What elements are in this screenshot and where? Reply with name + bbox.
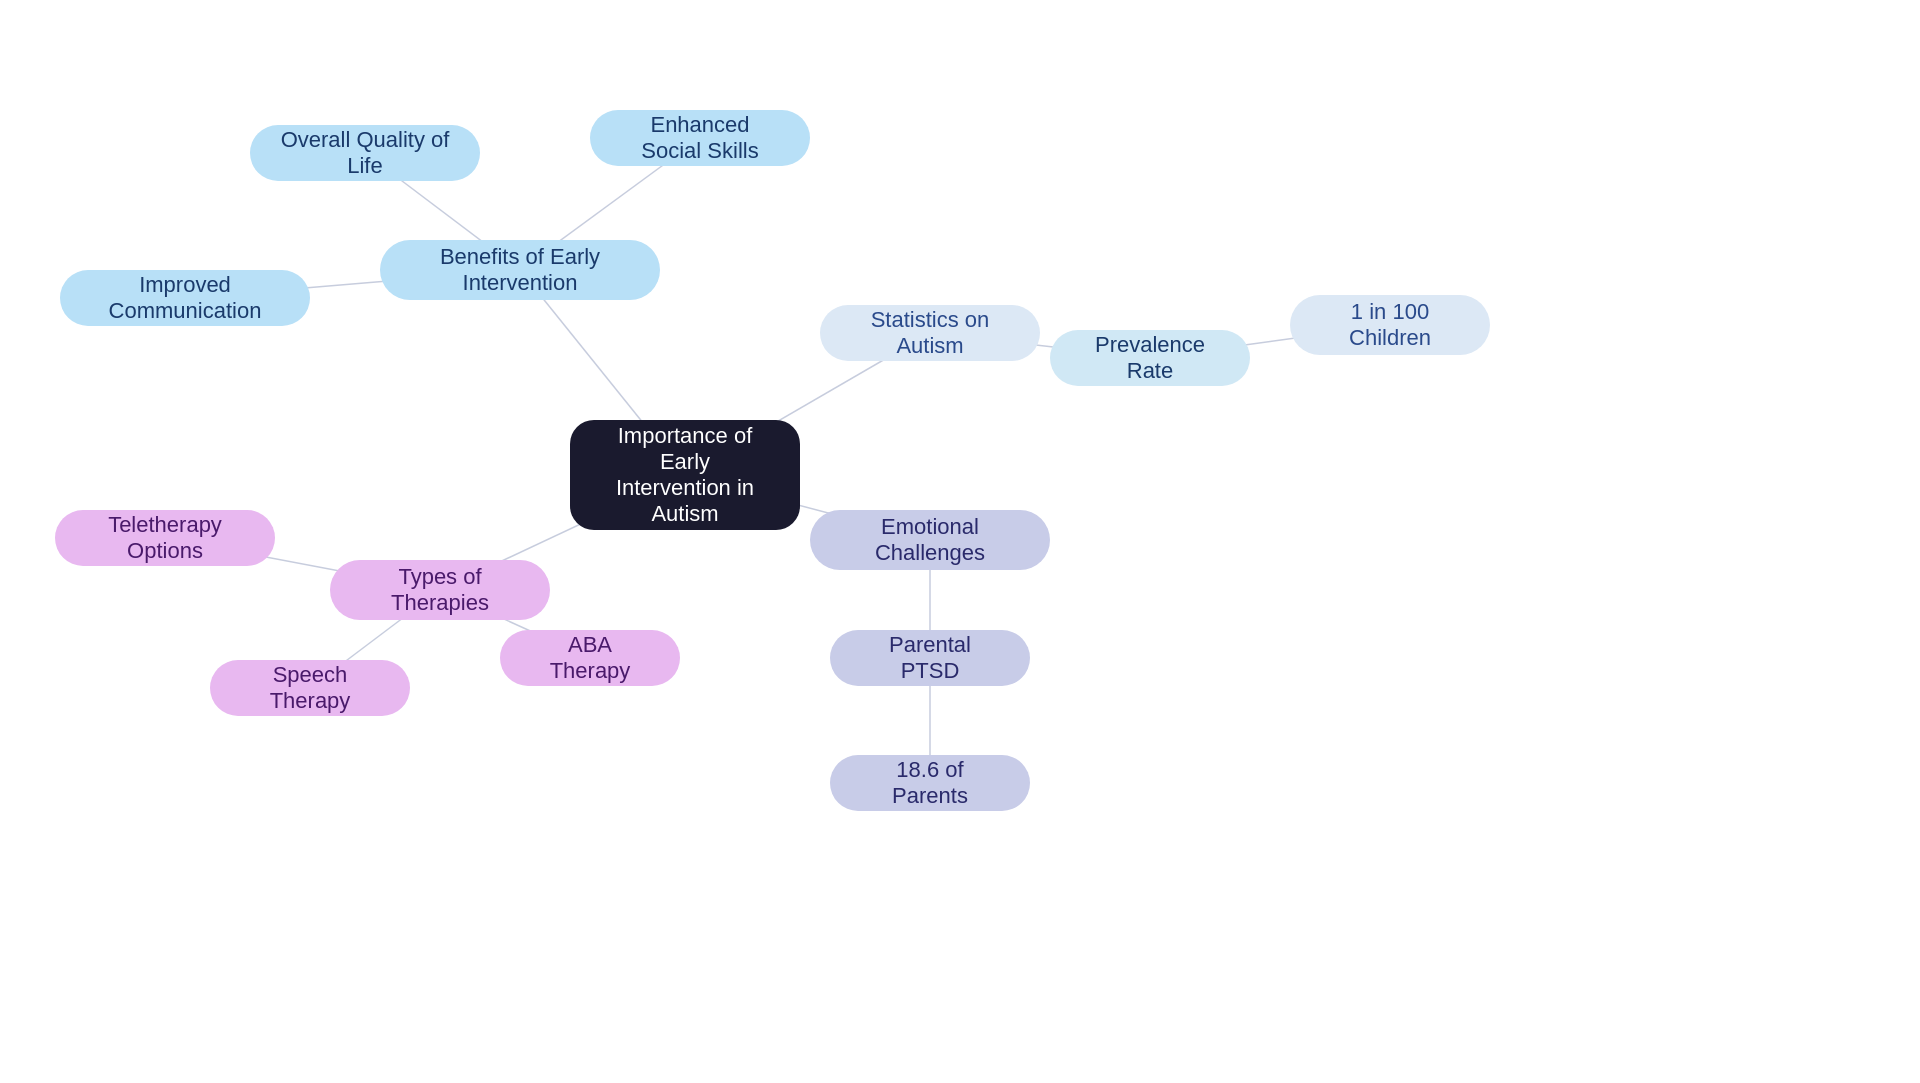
parents-node[interactable]: 18.6 of Parents [830, 755, 1030, 811]
therapies-node[interactable]: Types of Therapies [330, 560, 550, 620]
teletherapy-node[interactable]: Teletherapy Options [55, 510, 275, 566]
center-node[interactable]: Importance of Early Intervention in Auti… [570, 420, 800, 530]
in100-node[interactable]: 1 in 100 Children [1290, 295, 1490, 355]
statistics-node[interactable]: Statistics on Autism [820, 305, 1040, 361]
social-node[interactable]: Enhanced Social Skills [590, 110, 810, 166]
aba-node[interactable]: ABA Therapy [500, 630, 680, 686]
emotional-node[interactable]: Emotional Challenges [810, 510, 1050, 570]
benefits-node[interactable]: Benefits of Early Intervention [380, 240, 660, 300]
speech-node[interactable]: Speech Therapy [210, 660, 410, 716]
quality-node[interactable]: Overall Quality of Life [250, 125, 480, 181]
ptsd-node[interactable]: Parental PTSD [830, 630, 1030, 686]
prevalence-node[interactable]: Prevalence Rate [1050, 330, 1250, 386]
communication-node[interactable]: Improved Communication [60, 270, 310, 326]
